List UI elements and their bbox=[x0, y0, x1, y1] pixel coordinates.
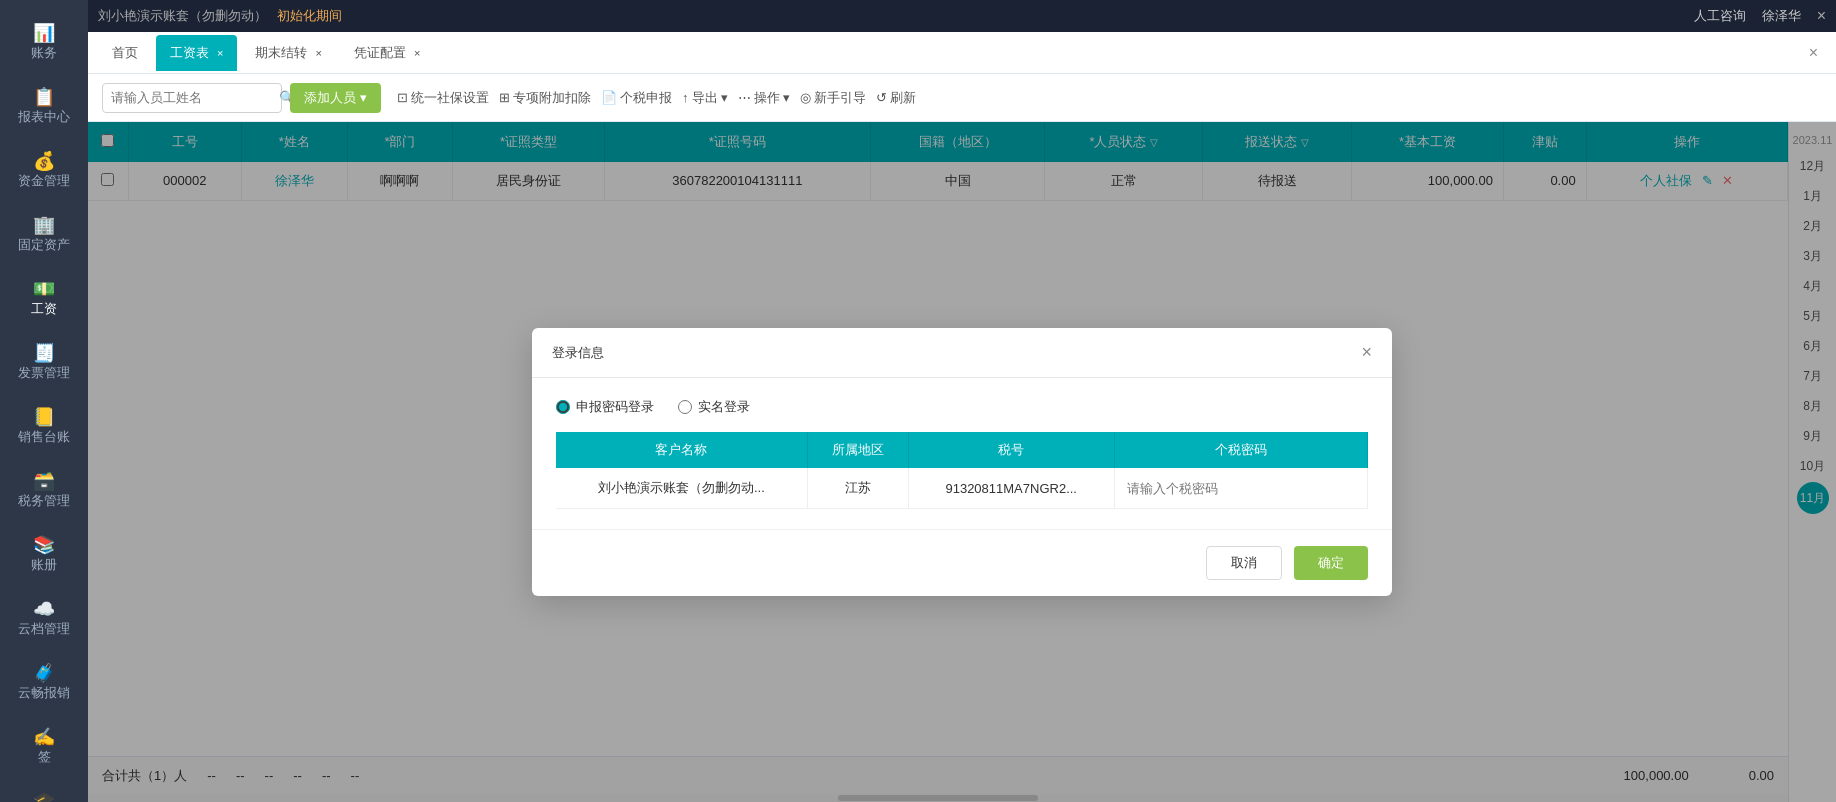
tax-report-btn[interactable]: 📄 个税申报 bbox=[601, 89, 672, 107]
tab-period-closing[interactable]: 期末结转 × bbox=[241, 35, 335, 71]
status-badge: 初始化期间 bbox=[277, 7, 342, 25]
toolbar: 🔍 添加人员 ▾ ⊡ 统一社保设置 ⊞ 专项附加扣除 📄 个税申报 ↑ 导出 ▾ bbox=[88, 74, 1836, 122]
add-dropdown-icon: ▾ bbox=[360, 90, 367, 105]
topbar-left: 刘小艳演示账套（勿删勿动） 初始化期间 bbox=[98, 7, 342, 25]
topbar-right: 人工咨询 徐泽华 × bbox=[1694, 7, 1826, 25]
tabbar: 首页 工资表 × 期末结转 × 凭证配置 × × bbox=[88, 32, 1836, 74]
modal-cancel-button[interactable]: 取消 bbox=[1206, 546, 1282, 580]
modal-body: 申报密码登录 实名登录 客户名称 所属地区 税 bbox=[532, 378, 1392, 529]
sidebar-item-books[interactable]: 📚 账册 bbox=[0, 522, 88, 586]
modal-col-region: 所属地区 bbox=[807, 432, 908, 468]
export-icon: ↑ bbox=[682, 90, 689, 105]
tab-period-closing-close[interactable]: × bbox=[315, 47, 321, 59]
sidebar-item-report-center[interactable]: 📋 报表中心 bbox=[0, 74, 88, 138]
modal-header: 登录信息 × bbox=[532, 328, 1392, 378]
modal-tax-pwd-cell bbox=[1114, 468, 1368, 508]
sidebar-item-invoice-mgmt[interactable]: 🧾 发票管理 bbox=[0, 330, 88, 394]
modal-title: 登录信息 bbox=[552, 344, 604, 362]
tax-pwd-input[interactable] bbox=[1127, 481, 1356, 496]
sidebar-item-fund-mgmt[interactable]: 💰 资金管理 bbox=[0, 138, 88, 202]
radio-password-login[interactable]: 申报密码登录 bbox=[556, 398, 654, 416]
tab-salary[interactable]: 工资表 × bbox=[156, 35, 237, 71]
operations-icon: ⋯ bbox=[738, 90, 751, 105]
modal-confirm-button[interactable]: 确定 bbox=[1294, 546, 1368, 580]
company-title: 刘小艳演示账套（勿删勿动） bbox=[98, 7, 267, 25]
sidebar-item-newbie[interactable]: 🎓 新手引导 bbox=[0, 778, 88, 802]
radio-realname-input[interactable] bbox=[678, 400, 692, 414]
modal-col-tax-no: 税号 bbox=[908, 432, 1114, 468]
sidebar-item-expense[interactable]: 🧳 云畅报销 bbox=[0, 650, 88, 714]
tax-report-icon: 📄 bbox=[601, 90, 617, 105]
radio-realname-login[interactable]: 实名登录 bbox=[678, 398, 750, 416]
export-arrow-icon: ▾ bbox=[721, 90, 728, 105]
sidebar-item-tax-mgmt[interactable]: 🗃️ 税务管理 bbox=[0, 458, 88, 522]
sidebar-item-salary[interactable]: 💵 工资 bbox=[0, 266, 88, 330]
export-btn[interactable]: ↑ 导出 ▾ bbox=[682, 89, 728, 107]
modal-footer: 取消 确定 bbox=[532, 529, 1392, 596]
refresh-icon: ↺ bbox=[876, 90, 887, 105]
modal-close-btn[interactable]: × bbox=[1361, 342, 1372, 363]
main-area: 刘小艳演示账套（勿删勿动） 初始化期间 人工咨询 徐泽华 × 首页 工资表 × … bbox=[88, 0, 1836, 802]
topbar: 刘小艳演示账套（勿删勿动） 初始化期间 人工咨询 徐泽华 × bbox=[88, 0, 1836, 32]
special-deduction-btn[interactable]: ⊞ 专项附加扣除 bbox=[499, 89, 591, 107]
close-topbar-icon[interactable]: × bbox=[1817, 7, 1826, 25]
social-insurance-icon: ⊡ bbox=[397, 90, 408, 105]
tab-salary-close[interactable]: × bbox=[217, 47, 223, 59]
close-main-icon[interactable]: × bbox=[1801, 44, 1826, 62]
special-deduction-icon: ⊞ bbox=[499, 90, 510, 105]
operations-btn[interactable]: ⋯ 操作 ▾ bbox=[738, 89, 790, 107]
modal-table-row: 刘小艳演示账套（勿删勿动... 江苏 91320811MA7NGR2... bbox=[556, 468, 1368, 508]
modal-region-cell: 江苏 bbox=[807, 468, 908, 508]
login-info-modal: 登录信息 × 申报密码登录 实名登录 bbox=[532, 328, 1392, 596]
login-type-radio-group: 申报密码登录 实名登录 bbox=[556, 398, 1368, 416]
modal-client-table: 客户名称 所属地区 税号 个税密码 刘小艳演示账套（勿删勿动... 江苏 913… bbox=[556, 432, 1368, 509]
modal-tax-no-cell: 91320811MA7NGR2... bbox=[908, 468, 1114, 508]
social-insurance-btn[interactable]: ⊡ 统一社保设置 bbox=[397, 89, 489, 107]
tab-voucher-config[interactable]: 凭证配置 × bbox=[340, 35, 434, 71]
sidebar-item-fixed-assets[interactable]: 🏢 固定资产 bbox=[0, 202, 88, 266]
guide-btn[interactable]: ◎ 新手引导 bbox=[800, 89, 866, 107]
guide-icon: ◎ bbox=[800, 90, 811, 105]
modal-col-client-name: 客户名称 bbox=[556, 432, 807, 468]
refresh-btn[interactable]: ↺ 刷新 bbox=[876, 89, 916, 107]
sidebar-item-sales-ledger[interactable]: 📒 销售台账 bbox=[0, 394, 88, 458]
tab-voucher-config-close[interactable]: × bbox=[414, 47, 420, 59]
modal-client-name-cell: 刘小艳演示账套（勿删勿动... bbox=[556, 468, 807, 508]
operations-arrow-icon: ▾ bbox=[783, 90, 790, 105]
sidebar-item-accounting[interactable]: 📊 账务 bbox=[0, 10, 88, 74]
search-input[interactable] bbox=[111, 90, 279, 105]
radio-password-input[interactable] bbox=[556, 400, 570, 414]
sidebar-item-cloud-files[interactable]: ☁️ 云档管理 bbox=[0, 586, 88, 650]
sidebar: 📊 账务 📋 报表中心 💰 资金管理 🏢 固定资产 💵 工资 🧾 发票管理 📒 … bbox=[0, 0, 88, 802]
add-person-button[interactable]: 添加人员 ▾ bbox=[290, 83, 381, 113]
tab-home[interactable]: 首页 bbox=[98, 35, 152, 71]
modal-overlay: 登录信息 × 申报密码登录 实名登录 bbox=[88, 122, 1836, 802]
user-name: 徐泽华 bbox=[1762, 7, 1801, 25]
search-wrap: 🔍 bbox=[102, 83, 282, 113]
toolbar-actions: ⊡ 统一社保设置 ⊞ 专项附加扣除 📄 个税申报 ↑ 导出 ▾ ⋯ 操作 ▾ bbox=[397, 89, 916, 107]
ai-consult-btn[interactable]: 人工咨询 bbox=[1694, 7, 1746, 25]
sidebar-item-sign[interactable]: ✍️ 签 bbox=[0, 714, 88, 778]
modal-col-tax-pwd: 个税密码 bbox=[1114, 432, 1368, 468]
